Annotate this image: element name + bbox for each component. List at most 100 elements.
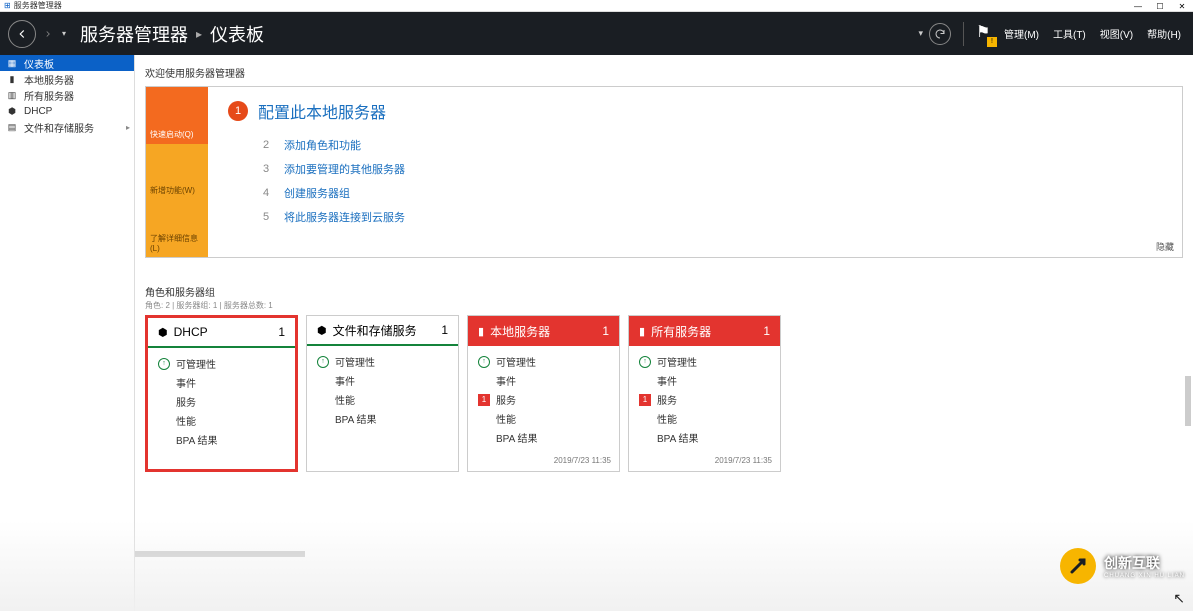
tile-row-label: 性能 bbox=[176, 413, 196, 428]
step-number: 4 bbox=[258, 187, 274, 199]
sidebar-item-file-storage[interactable]: ▤ 文件和存储服务 ▸ bbox=[0, 119, 134, 135]
tile-row[interactable]: ↑可管理性 bbox=[317, 354, 448, 369]
tile-row[interactable]: BPA 结果 bbox=[639, 430, 770, 445]
nav-forward-button[interactable] bbox=[40, 26, 56, 42]
quickstart-step[interactable]: 2添加角色和功能 bbox=[258, 137, 1162, 153]
tile-row-label: 事件 bbox=[657, 373, 677, 388]
nav-back-button[interactable] bbox=[8, 20, 36, 48]
quickstart-step[interactable]: 5 将此服务器连接到云服务 bbox=[258, 209, 1162, 225]
tile-row[interactable]: 事件 bbox=[478, 373, 609, 388]
step-number-badge: 1 bbox=[228, 101, 248, 121]
tile-row-label: 事件 bbox=[335, 373, 355, 388]
hide-link[interactable]: 隐藏 bbox=[1156, 240, 1174, 253]
roles-section-title: 角色和服务器组 bbox=[145, 284, 1183, 299]
ok-icon: ↑ bbox=[158, 358, 170, 370]
role-tile[interactable]: ▮ 本地服务器 1 ↑可管理性事件1服务性能BPA 结果2019/7/23 11… bbox=[467, 315, 620, 472]
tile-row[interactable]: 事件 bbox=[317, 373, 448, 388]
step-link[interactable]: 添加角色和功能 bbox=[284, 137, 361, 153]
menu-tools[interactable]: 工具(T) bbox=[1049, 26, 1090, 41]
tile-body: ↑可管理性事件性能 BPA 结果 bbox=[307, 346, 458, 471]
nav-dropdown-icon[interactable]: ▾ bbox=[62, 29, 70, 38]
sidebar-item-dashboard[interactable]: ▦ 仪表板 bbox=[0, 55, 134, 71]
quickstart-tabs: 快速启动(Q) 新增功能(W) 了解详细信息(L) bbox=[146, 87, 208, 257]
main: ▦ 仪表板 ▮ 本地服务器 ▥ 所有服务器 ⬢ DHCP ▤ 文件和存储服务 ▸… bbox=[0, 55, 1193, 611]
breadcrumb-root[interactable]: 服务器管理器 bbox=[80, 21, 188, 47]
step-link[interactable]: 创建服务器组 bbox=[284, 185, 350, 201]
minimize-button[interactable]: — bbox=[1127, 0, 1149, 12]
tab-learnmore[interactable]: 了解详细信息(L) bbox=[146, 200, 208, 257]
header-dropdown-icon[interactable]: ▾ bbox=[918, 28, 923, 39]
tile-row-label: 可管理性 bbox=[176, 356, 216, 371]
tile-row[interactable]: 事件 bbox=[158, 375, 285, 390]
tile-row[interactable]: 性能 bbox=[639, 411, 770, 426]
sidebar-item-local-server[interactable]: ▮ 本地服务器 bbox=[0, 71, 134, 87]
step-link[interactable]: 将此服务器连接到云服务 bbox=[284, 209, 405, 225]
sidebar-item-label: DHCP bbox=[24, 106, 52, 117]
quickstart-step[interactable]: 4 创建服务器组 bbox=[258, 185, 1162, 201]
tile-title: 文件和存储服务 bbox=[333, 322, 417, 339]
ok-icon: ↑ bbox=[639, 356, 651, 368]
tile-row-label: 服务 bbox=[496, 392, 516, 407]
tile-row[interactable]: BPA 结果 bbox=[317, 411, 448, 426]
tile-body: ↑ 可管理性事件服务性能 BPA 结果 bbox=[148, 348, 295, 469]
maximize-button[interactable]: ☐ bbox=[1149, 0, 1171, 12]
tile-row[interactable]: 服务 bbox=[158, 394, 285, 409]
sidebar-item-dhcp[interactable]: ⬢ DHCP bbox=[0, 103, 134, 119]
quickstart-step-1[interactable]: 1 配置此本地服务器 bbox=[228, 99, 1162, 123]
sidebar-item-all-servers[interactable]: ▥ 所有服务器 bbox=[0, 87, 134, 103]
tile-count: 1 bbox=[441, 323, 448, 337]
breadcrumb: 服务器管理器 ▸ 仪表板 bbox=[80, 21, 264, 47]
notifications-flag-icon[interactable]: ! bbox=[976, 22, 994, 46]
menu-view[interactable]: 视图(V) bbox=[1096, 26, 1137, 41]
refresh-button[interactable] bbox=[929, 23, 951, 45]
separator bbox=[963, 22, 964, 46]
quickstart-panel: 快速启动(Q) 新增功能(W) 了解详细信息(L) 1 配置此本地服务器 2添加… bbox=[145, 86, 1183, 258]
tile-row-label: BPA 结果 bbox=[176, 432, 218, 447]
tile-row-label: 可管理性 bbox=[657, 354, 697, 369]
tile-row-label: 性能 bbox=[657, 411, 677, 426]
server-icon: ▮ bbox=[6, 73, 18, 85]
tiles-row: ⬢ DHCP 1 ↑可管理性事件服务性能BPA 结果 ⬢ 文件和存储服务 1 ↑… bbox=[145, 315, 1183, 472]
roles-section-subtitle: 角色: 2 | 服务器组: 1 | 服务器总数: 1 bbox=[145, 300, 1183, 311]
quickstart-steps-list: 2添加角色和功能 3添加要管理的其他服务器 4 创建服务器组 5 将此服务器连接到云服务 bbox=[258, 137, 1162, 225]
tile-row-label: BPA 结果 bbox=[496, 430, 538, 445]
tile-row-label: 性能 bbox=[335, 392, 355, 407]
tile-row[interactable]: 性能 bbox=[317, 392, 448, 407]
role-tile[interactable]: ▮ 所有服务器 1 ↑可管理性事件1服务性能BPA 结果2019/7/23 11… bbox=[628, 315, 781, 472]
tile-row[interactable]: ↑ 可管理性 bbox=[478, 354, 609, 369]
tile-row[interactable]: 性能 bbox=[158, 413, 285, 428]
step-number: 5 bbox=[258, 211, 274, 223]
chevron-right-icon: ▸ bbox=[126, 123, 130, 132]
horizontal-scrollbar[interactable] bbox=[135, 551, 1183, 557]
tile-row[interactable]: 1服务 bbox=[478, 392, 609, 407]
tab-quickstart[interactable]: 快速启动(Q) bbox=[146, 87, 208, 144]
ok-icon: ↑ bbox=[478, 356, 490, 368]
quickstart-step[interactable]: 3添加要管理的其他服务器 bbox=[258, 161, 1162, 177]
tile-count: 1 bbox=[602, 324, 609, 338]
tile-row-label: 可管理性 bbox=[496, 354, 536, 369]
tile-type-icon: ⬢ bbox=[317, 324, 327, 337]
tile-row-label: 服务 bbox=[176, 394, 196, 409]
window-title: 服务器管理器 bbox=[14, 0, 62, 11]
tile-row[interactable]: ↑ 可管理性 bbox=[639, 354, 770, 369]
step-link[interactable]: 添加要管理的其他服务器 bbox=[284, 161, 405, 177]
tile-row[interactable]: 事件 bbox=[639, 373, 770, 388]
role-tile[interactable]: ⬢ 文件和存储服务 1 ↑可管理性事件性能 BPA 结果 bbox=[306, 315, 459, 472]
close-button[interactable]: ✕ bbox=[1171, 0, 1193, 12]
tile-body: ↑ 可管理性事件 1服务性能 BPA 结果 2019/7/23 11:35 bbox=[629, 346, 780, 471]
configure-local-server-link[interactable]: 配置此本地服务器 bbox=[258, 99, 386, 123]
tile-row[interactable]: ↑ 可管理性 bbox=[158, 356, 285, 371]
breadcrumb-page[interactable]: 仪表板 bbox=[210, 21, 264, 47]
vertical-scrollbar[interactable] bbox=[1185, 56, 1191, 521]
tile-row[interactable]: 性能 bbox=[478, 411, 609, 426]
tile-row[interactable]: 1服务 bbox=[639, 392, 770, 407]
role-tile[interactable]: ⬢ DHCP 1 ↑可管理性事件服务性能BPA 结果 bbox=[145, 315, 298, 472]
menu-help[interactable]: 帮助(H) bbox=[1143, 26, 1185, 41]
tile-type-icon: ▮ bbox=[478, 325, 484, 338]
welcome-title: 欢迎使用服务器管理器 bbox=[145, 65, 1183, 80]
tile-timestamp: 2019/7/23 11:35 bbox=[715, 456, 772, 465]
tile-row[interactable]: BPA 结果 bbox=[478, 430, 609, 445]
tab-whatsnew[interactable]: 新增功能(W) bbox=[146, 144, 208, 201]
tile-row[interactable]: BPA 结果 bbox=[158, 432, 285, 447]
menu-manage[interactable]: 管理(M) bbox=[1000, 26, 1043, 41]
